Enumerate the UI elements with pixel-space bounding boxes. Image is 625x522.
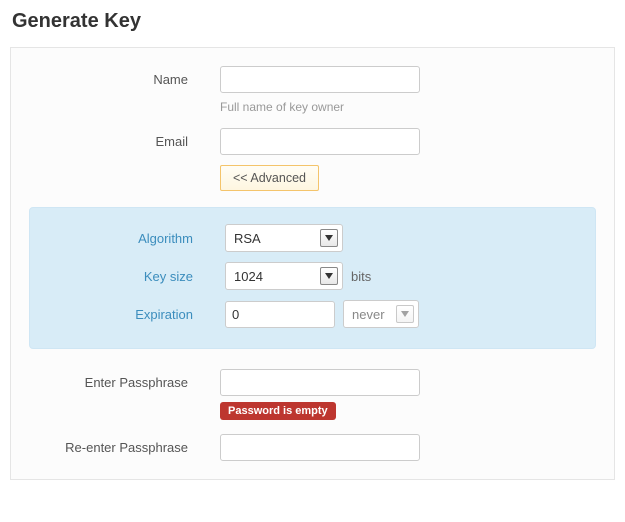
passphrase-input[interactable] [220, 369, 420, 396]
passphrase-label: Enter Passphrase [29, 375, 204, 390]
algorithm-value: RSA [234, 231, 320, 246]
key-size-suffix: bits [351, 269, 371, 284]
chevron-down-icon [396, 305, 414, 323]
expiration-label: Expiration [34, 307, 209, 322]
page-title: Generate Key [12, 10, 615, 33]
algorithm-label: Algorithm [34, 231, 209, 246]
email-input[interactable] [220, 128, 420, 155]
expiration-unit-select[interactable]: never [343, 300, 419, 328]
passphrase2-input[interactable] [220, 434, 420, 461]
email-label: Email [29, 134, 204, 149]
algorithm-select[interactable]: RSA [225, 224, 343, 252]
generate-key-form: Name Full name of key owner Email << Adv… [10, 47, 615, 480]
expiration-input[interactable] [225, 301, 335, 328]
chevron-down-icon [320, 229, 338, 247]
expiration-unit-value: never [352, 307, 396, 322]
passphrase-error-badge: Password is empty [220, 402, 336, 420]
name-label: Name [29, 72, 204, 87]
advanced-toggle-button[interactable]: << Advanced [220, 165, 319, 191]
key-size-label: Key size [34, 269, 209, 284]
key-size-value: 1024 [234, 269, 320, 284]
name-hint: Full name of key owner [220, 100, 344, 114]
advanced-panel: Algorithm RSA Key size 1024 bits Expirat… [29, 207, 596, 349]
name-input[interactable] [220, 66, 420, 93]
chevron-down-icon [320, 267, 338, 285]
key-size-select[interactable]: 1024 [225, 262, 343, 290]
passphrase2-label: Re-enter Passphrase [29, 440, 204, 455]
